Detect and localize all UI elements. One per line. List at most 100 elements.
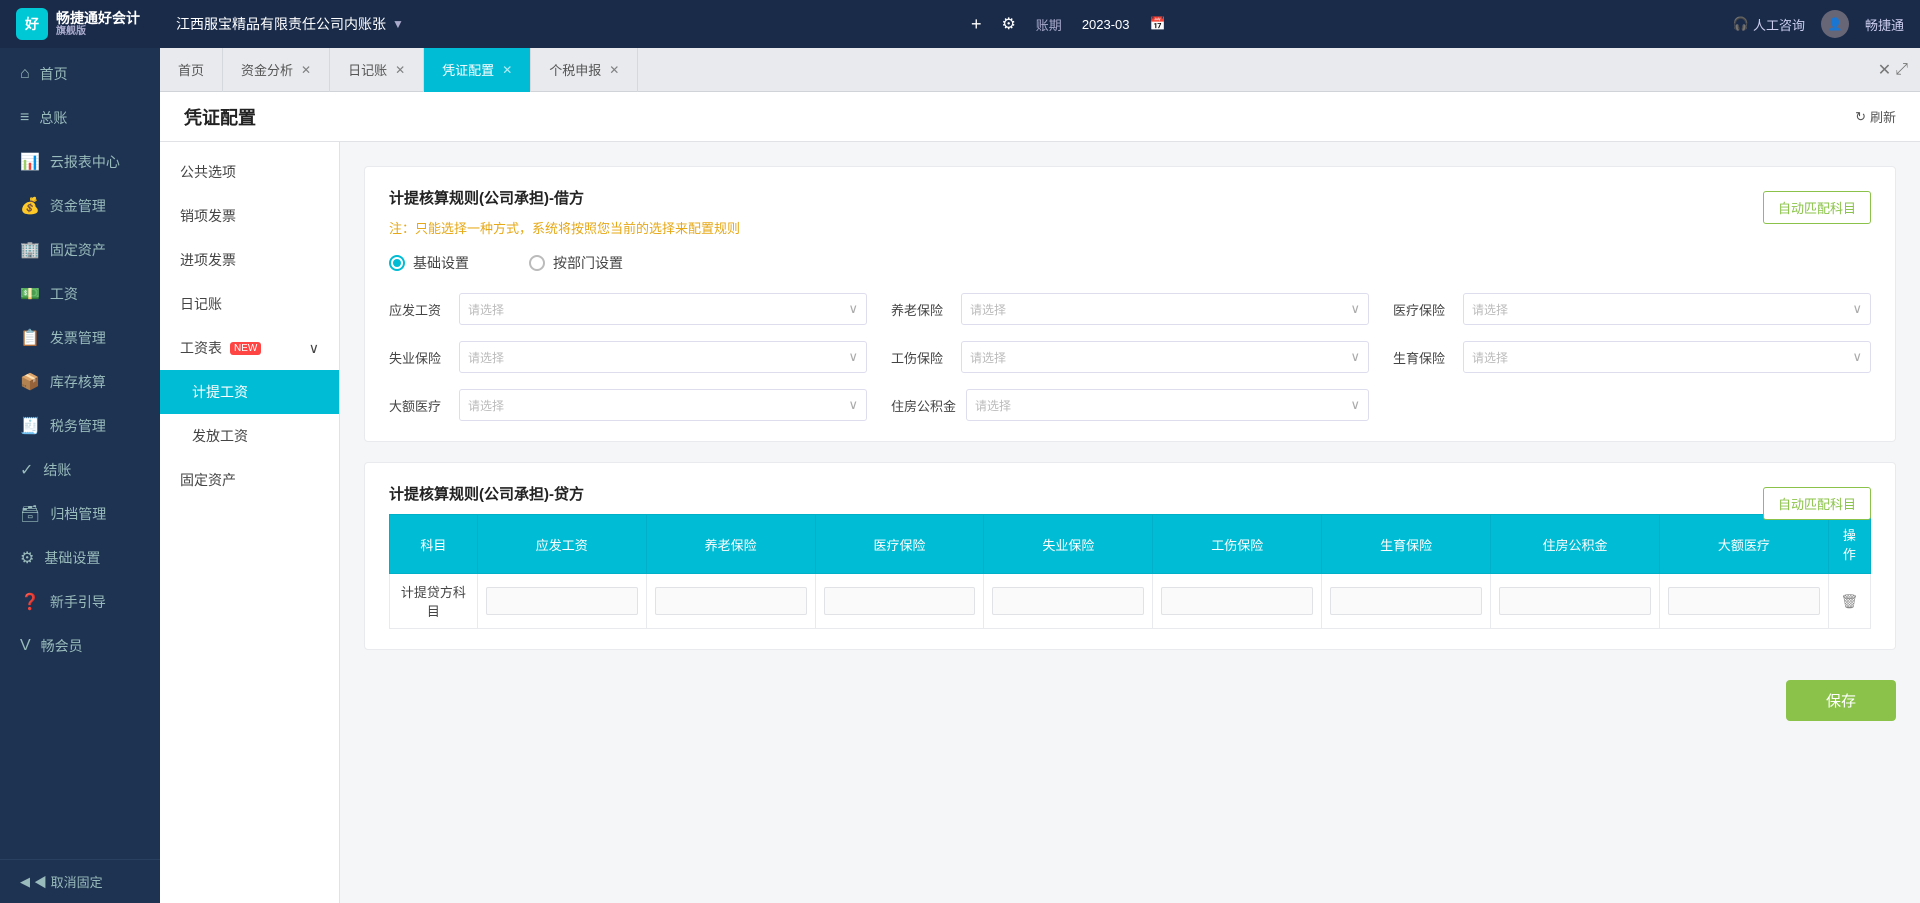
- sidebar-label-guide: 新手引导: [50, 592, 106, 612]
- sidebar-item-funds[interactable]: 💰 资金管理: [0, 184, 160, 228]
- medical-select[interactable]: 请选择 ∨: [1463, 293, 1871, 325]
- field-injury: 工伤保险 请选择 ∨: [891, 341, 1369, 373]
- expand-icon: ∨: [309, 340, 319, 357]
- nav-pay-salary[interactable]: 发放工资: [160, 414, 339, 458]
- input-medical[interactable]: [824, 587, 976, 615]
- input-pension[interactable]: [655, 587, 807, 615]
- input-maternity[interactable]: [1330, 587, 1482, 615]
- tab-tax-report[interactable]: 个税申报 ✕: [531, 48, 638, 92]
- col-action: 操作: [1828, 515, 1870, 574]
- add-tab-button[interactable]: +: [971, 14, 982, 35]
- sidebar: ⌂ 首页 ≡ 总账 📊 云报表中心 💰 资金管理 🏢 固定资产 💵 工资 📋 发…: [0, 48, 160, 903]
- input-unemployment[interactable]: [992, 587, 1144, 615]
- debit-auto-match-button[interactable]: 自动匹配科目: [1763, 191, 1871, 224]
- unpin-label: ◀ 取消固定: [34, 872, 103, 891]
- radio-basic[interactable]: 基础设置: [389, 253, 469, 273]
- col-medical: 医疗保险: [815, 515, 984, 574]
- row-label: 计提贷方科目: [390, 574, 478, 629]
- settings-icon[interactable]: ⚙: [1001, 14, 1015, 34]
- col-maternity: 生育保险: [1322, 515, 1491, 574]
- nav-sales-invoice[interactable]: 销项发票: [160, 194, 339, 238]
- medical-chevron: ∨: [1852, 301, 1862, 317]
- tab-funds-close[interactable]: ✕: [301, 63, 311, 77]
- nav-accrue-salary[interactable]: 计提工资: [160, 370, 339, 414]
- sidebar-item-archive[interactable]: 🗃 归档管理: [0, 492, 160, 536]
- tab-home[interactable]: 首页: [160, 48, 223, 92]
- input-housing[interactable]: [1499, 587, 1651, 615]
- cell-pension: [646, 574, 815, 629]
- tab-journal-close[interactable]: ✕: [395, 63, 405, 77]
- delete-row-button[interactable]: 🗑: [1841, 593, 1859, 609]
- sidebar-item-invoice[interactable]: 📋 发票管理: [0, 316, 160, 360]
- funds-icon: 💰: [20, 196, 40, 216]
- user-name: 畅捷通: [1865, 15, 1904, 34]
- save-button[interactable]: 保存: [1786, 680, 1896, 721]
- sidebar-item-assets[interactable]: 🏢 固定资产: [0, 228, 160, 272]
- support-label[interactable]: 🎧 人工咨询: [1733, 15, 1805, 34]
- injury-chevron: ∨: [1350, 349, 1360, 365]
- tab-voucher-close[interactable]: ✕: [502, 63, 512, 77]
- injury-label: 工伤保险: [891, 348, 951, 367]
- big-medical-placeholder: 请选择: [468, 397, 504, 414]
- field-housing-fund: 住房公积金 请选择 ∨: [891, 389, 1369, 421]
- input-big-medical[interactable]: [1668, 587, 1820, 615]
- big-medical-select[interactable]: 请选择 ∨: [459, 389, 867, 421]
- col-pension: 养老保险: [646, 515, 815, 574]
- close-all-icon[interactable]: ✕: [1878, 60, 1891, 80]
- maternity-select[interactable]: 请选择 ∨: [1463, 341, 1871, 373]
- sidebar-item-home[interactable]: ⌂ 首页: [0, 52, 160, 96]
- nav-fixed-assets[interactable]: 固定资产: [160, 458, 339, 502]
- table-row: 计提贷方科目 🗑: [390, 574, 1871, 629]
- sidebar-item-vip[interactable]: V 畅会员: [0, 624, 160, 668]
- avatar[interactable]: 👤: [1821, 10, 1849, 38]
- calendar-icon[interactable]: 📅: [1150, 16, 1166, 32]
- sidebar-item-reports[interactable]: 📊 云报表中心: [0, 140, 160, 184]
- tab-funds-analysis[interactable]: 资金分析 ✕: [223, 48, 330, 92]
- inventory-icon: 📦: [20, 372, 40, 392]
- salary-icon: 💵: [20, 284, 40, 304]
- radio-dept[interactable]: 按部门设置: [529, 253, 623, 273]
- sidebar-label-home: 首页: [40, 64, 68, 84]
- sidebar-item-inventory[interactable]: 📦 库存核算: [0, 360, 160, 404]
- page-content: 凭证配置 ↻ 刷新 公共选项 销项发票 进项发票: [160, 92, 1920, 903]
- tab-home-label: 首页: [178, 60, 204, 79]
- nav-sales-label: 销项发票: [180, 206, 236, 226]
- sidebar-item-basesettings[interactable]: ⚙ 基础设置: [0, 536, 160, 580]
- sidebar-item-guide[interactable]: ❓ 新手引导: [0, 580, 160, 624]
- top-bar-actions: + ⚙ 账期 2023-03 📅: [971, 14, 1166, 35]
- tab-voucher-config[interactable]: 凭证配置 ✕: [424, 48, 531, 92]
- input-gross[interactable]: [486, 587, 638, 615]
- tab-journal[interactable]: 日记账 ✕: [330, 48, 424, 92]
- maternity-placeholder: 请选择: [1472, 349, 1508, 366]
- gross-salary-select[interactable]: 请选择 ∨: [459, 293, 867, 325]
- housing-fund-select[interactable]: 请选择 ∨: [966, 389, 1369, 421]
- sidebar-item-tax[interactable]: 🧾 税务管理: [0, 404, 160, 448]
- refresh-button[interactable]: ↻ 刷新: [1855, 107, 1896, 126]
- nav-purchase-invoice[interactable]: 进项发票: [160, 238, 339, 282]
- unemployment-select[interactable]: 请选择 ∨: [459, 341, 867, 373]
- logo-icon: 好: [16, 8, 48, 40]
- input-injury[interactable]: [1161, 587, 1313, 615]
- tab-tax-close[interactable]: ✕: [609, 63, 619, 77]
- tab-bar-actions: ✕ ⤢: [1866, 60, 1920, 80]
- nav-public-options[interactable]: 公共选项: [160, 150, 339, 194]
- credit-auto-match-button[interactable]: 自动匹配科目: [1763, 487, 1871, 520]
- sidebar-unpin-button[interactable]: ◀ ◀ 取消固定: [0, 859, 160, 903]
- period-value[interactable]: 2023-03: [1082, 17, 1130, 32]
- injury-select[interactable]: 请选择 ∨: [961, 341, 1369, 373]
- company-selector[interactable]: 江西服宝精品有限责任公司内账张 ▼: [176, 14, 404, 34]
- pension-placeholder: 请选择: [970, 301, 1006, 318]
- nav-journal[interactable]: 日记账: [160, 282, 339, 326]
- maximize-icon[interactable]: ⤢: [1895, 61, 1908, 79]
- sidebar-item-ledger[interactable]: ≡ 总账: [0, 96, 160, 140]
- gross-salary-chevron: ∨: [848, 301, 858, 317]
- sidebar-item-settle[interactable]: ✓ 结账: [0, 448, 160, 492]
- pension-select[interactable]: 请选择 ∨: [961, 293, 1369, 325]
- nav-payroll-table[interactable]: 工资表 NEW ∨: [160, 326, 339, 370]
- injury-placeholder: 请选择: [970, 349, 1006, 366]
- sidebar-item-salary[interactable]: 💵 工资: [0, 272, 160, 316]
- pension-label: 养老保险: [891, 300, 951, 319]
- headset-icon: 🎧: [1733, 16, 1749, 32]
- archive-icon: 🗃: [20, 504, 40, 524]
- page-header: 凭证配置 ↻ 刷新: [160, 92, 1920, 142]
